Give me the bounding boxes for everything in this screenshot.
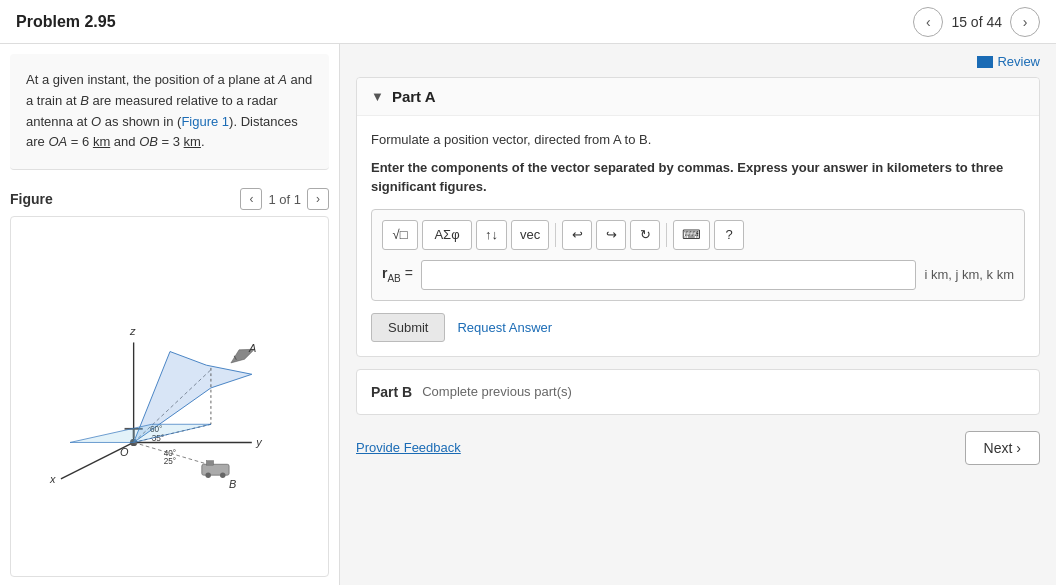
- part-b-label: Part B: [371, 384, 412, 400]
- figure-link[interactable]: Figure 1: [181, 114, 229, 129]
- figure-nav: ‹ 1 of 1 ›: [240, 188, 329, 210]
- provide-feedback-button[interactable]: Provide Feedback: [356, 440, 461, 455]
- svg-text:25°: 25°: [163, 457, 175, 466]
- figure-label: Figure: [10, 191, 53, 207]
- svg-text:A: A: [248, 341, 256, 353]
- answer-input[interactable]: [421, 260, 917, 290]
- figure-page-label: 1 of 1: [268, 192, 301, 207]
- next-button[interactable]: Next ›: [965, 431, 1040, 465]
- part-a-section: ▼ Part A Formulate a position vector, di…: [356, 77, 1040, 357]
- problem-statement: At a given instant, the position of a pl…: [10, 54, 329, 170]
- figure-header: Figure ‹ 1 of 1 ›: [10, 188, 329, 210]
- part-a-header: ▼ Part A: [357, 78, 1039, 116]
- main-content: At a given instant, the position of a pl…: [0, 44, 1056, 585]
- instruction-text: Enter the components of the vector separ…: [371, 158, 1025, 197]
- svg-point-25: [220, 472, 225, 477]
- svg-text:z: z: [129, 325, 136, 337]
- toolbar-divider-2: [666, 223, 667, 247]
- right-panel: Review ▼ Part A Formulate a position vec…: [340, 44, 1056, 585]
- undo-button[interactable]: ↩: [562, 220, 592, 250]
- updown-button[interactable]: ↑↓: [476, 220, 507, 250]
- unit-label: i km, j km, k km: [924, 267, 1014, 282]
- sqrt-button[interactable]: √□: [382, 220, 418, 250]
- figure-prev-button[interactable]: ‹: [240, 188, 262, 210]
- header: Problem 2.95 ‹ 15 of 44 ›: [0, 0, 1056, 44]
- math-toolbar: √□ ΑΣφ ↑↓ vec ↩ ↪ ↻ ⌨ ?: [382, 220, 1014, 250]
- svg-rect-23: [206, 460, 213, 465]
- redo-button[interactable]: ↪: [596, 220, 626, 250]
- vector-label: rAB =: [382, 265, 413, 284]
- part-b-section: Part B Complete previous part(s): [356, 369, 1040, 415]
- help-button[interactable]: ?: [714, 220, 744, 250]
- next-problem-button[interactable]: ›: [1010, 7, 1040, 37]
- next-arrow-icon: ›: [1016, 440, 1021, 456]
- footer-row: Provide Feedback Next ›: [356, 427, 1040, 469]
- nav-controls: ‹ 15 of 44 ›: [913, 7, 1040, 37]
- svg-text:y: y: [255, 436, 262, 448]
- nav-counter: 15 of 44: [951, 14, 1002, 30]
- input-row: rAB = i km, j km, k km: [382, 260, 1014, 290]
- svg-marker-27: [70, 424, 211, 442]
- answer-box: √□ ΑΣφ ↑↓ vec ↩ ↪ ↻ ⌨ ?: [371, 209, 1025, 301]
- submit-row: Submit Request Answer: [371, 313, 1025, 342]
- part-a-collapse-icon[interactable]: ▼: [371, 89, 384, 104]
- svg-point-24: [205, 472, 210, 477]
- keyboard-button[interactable]: ⌨: [673, 220, 710, 250]
- part-a-title: Part A: [392, 88, 436, 105]
- svg-text:O: O: [120, 446, 129, 458]
- prev-problem-button[interactable]: ‹: [913, 7, 943, 37]
- review-link[interactable]: Review: [977, 54, 1040, 69]
- next-label: Next: [984, 440, 1013, 456]
- submit-button[interactable]: Submit: [371, 313, 445, 342]
- figure-section: Figure ‹ 1 of 1 › x y: [0, 180, 339, 585]
- figure-image: x y z O: [10, 216, 329, 577]
- part-a-body: Formulate a position vector, directed fr…: [357, 116, 1039, 356]
- svg-text:x: x: [49, 473, 56, 485]
- vec-button[interactable]: vec: [511, 220, 549, 250]
- review-bar: Review: [356, 54, 1040, 69]
- book-icon: [977, 56, 993, 68]
- refresh-button[interactable]: ↻: [630, 220, 660, 250]
- review-label: Review: [997, 54, 1040, 69]
- svg-rect-22: [201, 464, 228, 475]
- part-b-status: Complete previous part(s): [422, 384, 572, 399]
- left-panel: At a given instant, the position of a pl…: [0, 44, 340, 585]
- figure-next-button[interactable]: ›: [307, 188, 329, 210]
- request-answer-button[interactable]: Request Answer: [457, 320, 552, 335]
- alpha-sigma-phi-button[interactable]: ΑΣφ: [422, 220, 472, 250]
- formulate-text: Formulate a position vector, directed fr…: [371, 130, 1025, 150]
- figure-svg: x y z O: [20, 297, 320, 497]
- problem-title: Problem 2.95: [16, 13, 116, 31]
- toolbar-divider-1: [555, 223, 556, 247]
- svg-text:B: B: [229, 478, 236, 490]
